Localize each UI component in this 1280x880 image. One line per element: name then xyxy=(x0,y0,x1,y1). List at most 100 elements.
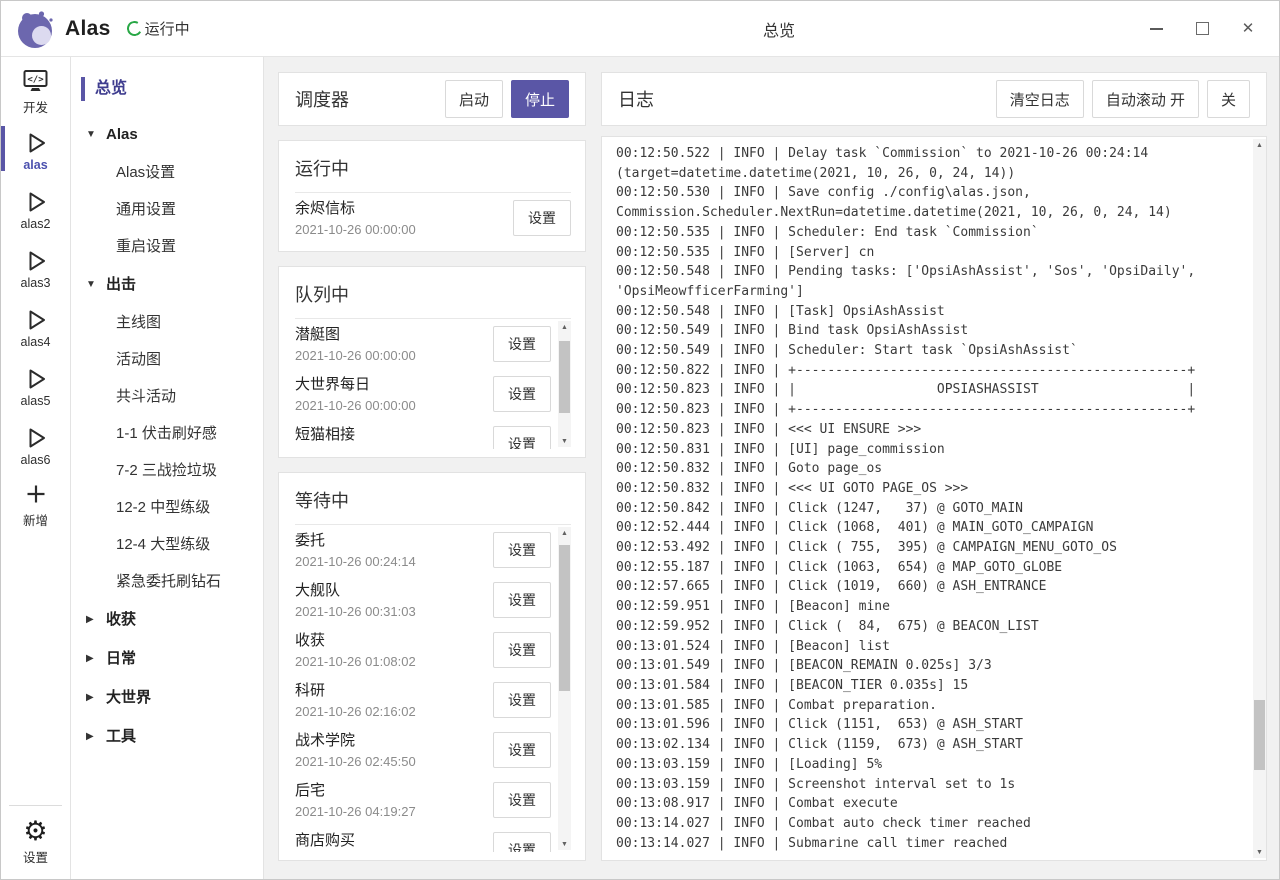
menu-item-main-chapter[interactable]: 主线图 xyxy=(71,304,263,341)
menu-group-combat[interactable]: ▼出击 xyxy=(71,265,263,304)
scroll-up-arrow-icon[interactable]: ▲ xyxy=(1253,139,1266,151)
log-line: 00:12:50.832 | INFO | Goto page_os xyxy=(616,459,1242,479)
rail-item-add[interactable]: 新增 xyxy=(1,475,70,534)
menu-group-tools[interactable]: ▶工具 xyxy=(71,717,263,756)
task-name: 战术学院 xyxy=(295,730,493,752)
rail-item-alas3[interactable]: alas3 xyxy=(1,239,70,298)
rail-item-dev[interactable]: </>开发 xyxy=(1,62,70,121)
rail-item-alas6[interactable]: alas6 xyxy=(1,416,70,475)
task-row: 收获2021-10-26 01:08:02设置 xyxy=(295,625,551,675)
task-name: 大舰队 xyxy=(295,580,493,602)
task-row: 科研2021-10-26 02:16:02设置 xyxy=(295,675,551,725)
task-settings-button[interactable]: 设置 xyxy=(493,426,551,449)
menu-item-1-1-affinity[interactable]: 1-1 伏击刷好感 xyxy=(71,415,263,452)
task-settings-button[interactable]: 设置 xyxy=(493,326,551,362)
rail-item-alas5[interactable]: alas5 xyxy=(1,357,70,416)
menu-group-label: 工具 xyxy=(106,727,136,746)
caret-down-icon: ▼ xyxy=(86,275,106,294)
task-settings-button[interactable]: 设置 xyxy=(493,582,551,618)
task-settings-button[interactable]: 设置 xyxy=(493,682,551,718)
scrollbar[interactable]: ▲▼ xyxy=(1253,139,1266,858)
task-next-run-time: 2021-10-26 00:00:00 xyxy=(295,346,493,365)
log-content: 00:12:50.522 | INFO | Delay task `Commis… xyxy=(616,144,1242,853)
log-line: 00:12:50.823 | INFO | +-----------------… xyxy=(616,400,1242,420)
task-settings-button[interactable]: 设置 xyxy=(493,632,551,668)
waiting-section-title: 等待中 xyxy=(295,487,571,525)
menu-item-12-2-medium-leveling[interactable]: 12-2 中型练级 xyxy=(71,489,263,526)
menu-group-reward[interactable]: ▶收获 xyxy=(71,600,263,639)
scrollbar-thumb[interactable] xyxy=(559,341,570,412)
scroll-up-arrow-icon[interactable]: ▲ xyxy=(558,321,571,333)
menu-item-urgent-commission-gem[interactable]: 紧急委托刷钻石 xyxy=(71,563,263,600)
menu-group-label: 日常 xyxy=(106,649,136,668)
log-line: 00:13:08.917 | INFO | Combat execute xyxy=(616,794,1242,814)
scheduler-start-button[interactable]: 启动 xyxy=(445,80,503,118)
task-row: 大世界每日2021-10-26 00:00:00设置 xyxy=(295,369,551,419)
menu-sidebar: 总览 ▼AlasAlas设置通用设置重启设置▼出击主线图活动图共斗活动1-1 伏击… xyxy=(71,57,264,879)
scroll-up-arrow-icon[interactable]: ▲ xyxy=(558,527,571,539)
scroll-down-arrow-icon[interactable]: ▼ xyxy=(558,435,571,447)
rail-item-alas2[interactable]: alas2 xyxy=(1,180,70,239)
log-title: 日志 xyxy=(618,86,654,112)
log-line: 00:13:03.159 | INFO | [Loading] 5% xyxy=(616,755,1242,775)
log-line: 00:12:50.549 | INFO | Scheduler: Start t… xyxy=(616,341,1242,361)
clear-log-button[interactable]: 清空日志 xyxy=(996,80,1084,118)
maximize-button[interactable] xyxy=(1193,20,1211,38)
rail-item-alas4[interactable]: alas4 xyxy=(1,298,70,357)
scrollbar-thumb[interactable] xyxy=(559,545,570,692)
log-line: 00:12:50.842 | INFO | Click (1247, 37) @… xyxy=(616,499,1242,519)
scrollbar-track[interactable] xyxy=(558,539,571,838)
rail-item-alas[interactable]: alas xyxy=(1,121,70,180)
close-button[interactable]: ✕ xyxy=(1239,20,1257,38)
menu-item-event-chapter[interactable]: 活动图 xyxy=(71,341,263,378)
menu-group-label: 收获 xyxy=(106,610,136,629)
play-icon xyxy=(23,424,49,451)
log-line: 00:12:50.530 | INFO | Save config ./conf… xyxy=(616,183,1242,222)
scroll-down-arrow-icon[interactable]: ▼ xyxy=(1253,846,1266,858)
running-section-title: 运行中 xyxy=(295,155,571,193)
menu-item-alas-settings[interactable]: Alas设置 xyxy=(71,154,263,191)
menu-group-os[interactable]: ▶大世界 xyxy=(71,678,263,717)
autoscroll-toggle-button[interactable]: 自动滚动 开 xyxy=(1092,80,1199,118)
task-settings-button[interactable]: 设置 xyxy=(513,200,571,236)
task-settings-button[interactable]: 设置 xyxy=(493,732,551,768)
task-settings-button[interactable]: 设置 xyxy=(493,782,551,818)
rail-item-label: alas3 xyxy=(21,276,51,290)
minimize-button[interactable] xyxy=(1147,20,1165,38)
maximize-icon xyxy=(1196,22,1209,35)
task-name: 商店购买 xyxy=(295,830,493,852)
play-icon xyxy=(23,306,49,333)
rail-item-label: alas4 xyxy=(21,335,51,349)
log-line: 00:12:52.444 | INFO | Click (1068, 401) … xyxy=(616,518,1242,538)
menu-group-label: 大世界 xyxy=(106,688,151,707)
menu-item-coop-event[interactable]: 共斗活动 xyxy=(71,378,263,415)
menu-group-alas[interactable]: ▼Alas xyxy=(71,115,263,154)
scheduler-header: 调度器 启动 停止 xyxy=(278,72,586,126)
menu-item-overview[interactable]: 总览 xyxy=(71,77,263,101)
menu-item-12-4-large-leveling[interactable]: 12-4 大型练级 xyxy=(71,526,263,563)
task-settings-button[interactable]: 设置 xyxy=(493,832,551,852)
scrollbar[interactable]: ▲▼ xyxy=(558,321,571,447)
log-off-button[interactable]: 关 xyxy=(1207,80,1250,118)
task-settings-button[interactable]: 设置 xyxy=(493,532,551,568)
scroll-down-arrow-icon[interactable]: ▼ xyxy=(558,838,571,850)
scrollbar-track[interactable] xyxy=(558,333,571,435)
log-line: 00:12:50.549 | INFO | Bind task OpsiAshA… xyxy=(616,321,1242,341)
task-next-run-time: 2021-10-26 00:00:00 xyxy=(295,446,493,450)
task-row: 委托2021-10-26 00:24:14设置 xyxy=(295,525,551,575)
scrollbar-thumb[interactable] xyxy=(1254,700,1265,770)
scheduler-stop-button[interactable]: 停止 xyxy=(511,80,569,118)
task-row: 短猫相接2021-10-26 00:00:00设置 xyxy=(295,419,551,449)
menu-item-7-2-trash[interactable]: 7-2 三战捡垃圾 xyxy=(71,452,263,489)
scrollbar-track[interactable] xyxy=(1253,151,1266,846)
menu-item-restart-settings[interactable]: 重启设置 xyxy=(71,228,263,265)
log-line: 00:12:59.952 | INFO | Click ( 84, 675) @… xyxy=(616,617,1242,637)
rail-item-settings[interactable]: ⚙设置 xyxy=(9,812,62,871)
log-line: 00:12:55.187 | INFO | Click (1063, 654) … xyxy=(616,558,1242,578)
log-line: 00:13:14.027 | INFO | Submarine call tim… xyxy=(616,834,1242,853)
task-settings-button[interactable]: 设置 xyxy=(493,376,551,412)
scrollbar[interactable]: ▲▼ xyxy=(558,527,571,850)
menu-item-general-settings[interactable]: 通用设置 xyxy=(71,191,263,228)
log-line: 00:12:50.822 | INFO | +-----------------… xyxy=(616,361,1242,381)
menu-group-daily[interactable]: ▶日常 xyxy=(71,639,263,678)
